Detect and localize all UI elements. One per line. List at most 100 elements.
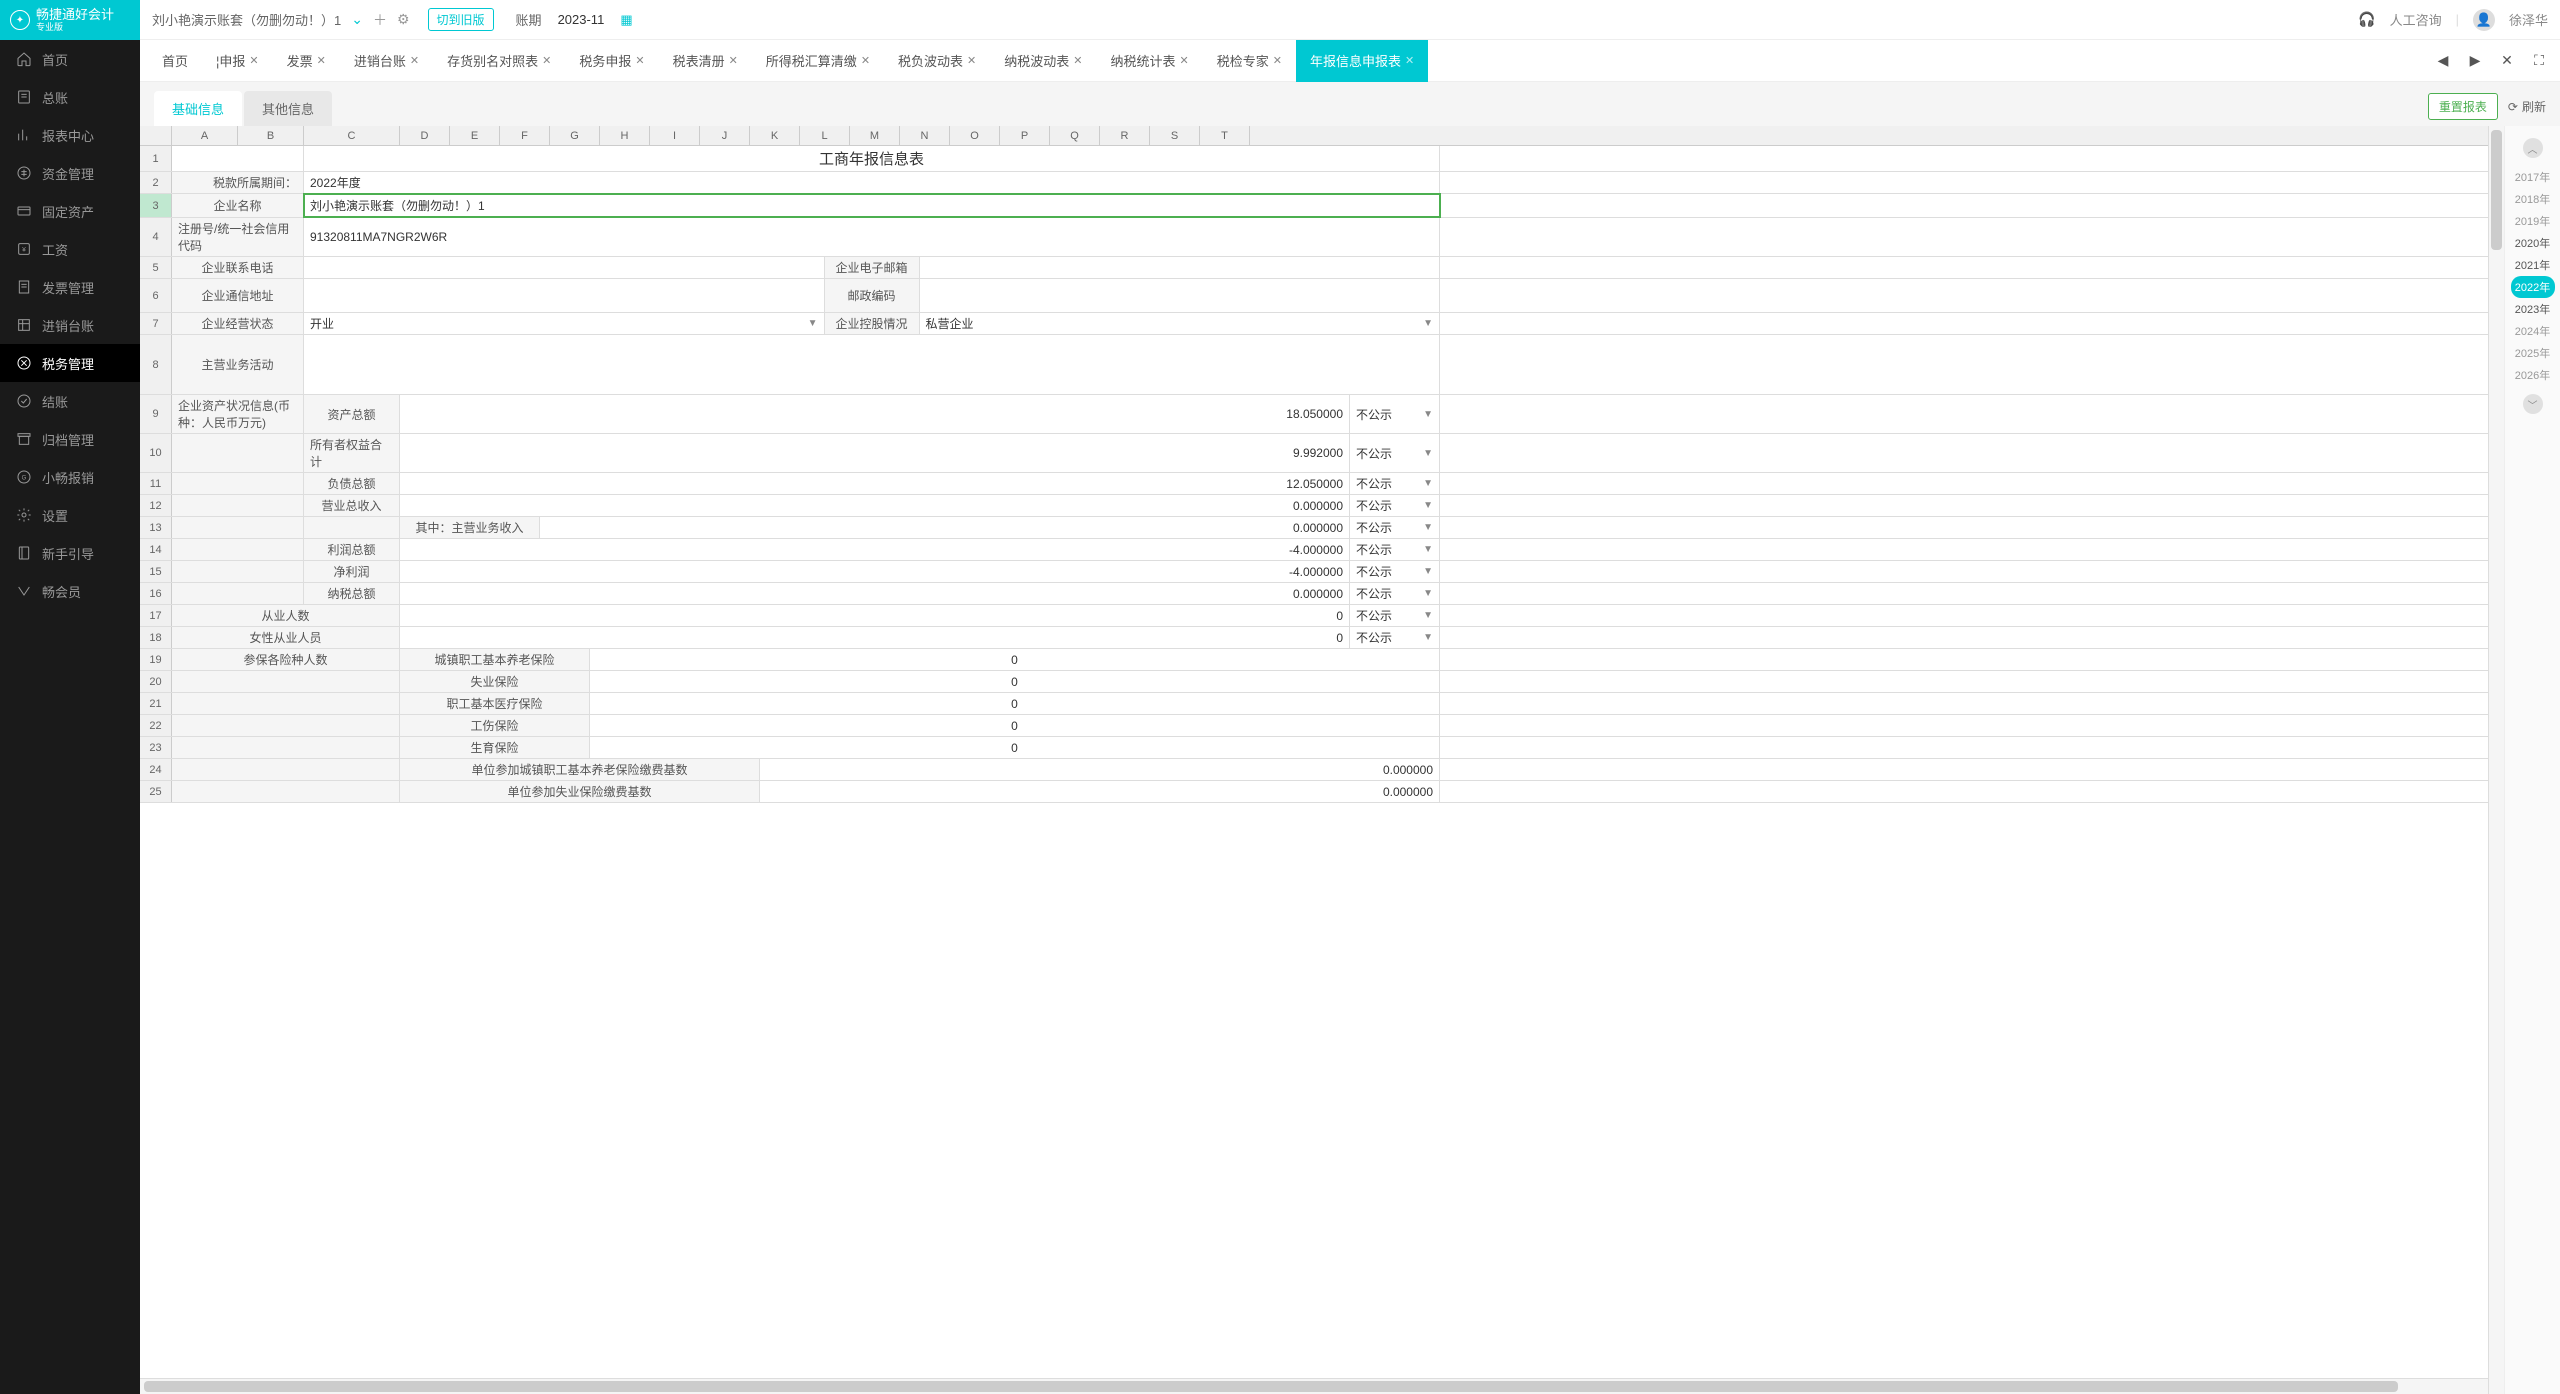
tab-prev-icon[interactable]: ◀: [2430, 48, 2456, 74]
dropdown-icon[interactable]: ▼: [1423, 588, 1433, 599]
row-header-7[interactable]: 7: [140, 313, 172, 334]
row-header-18[interactable]: 18: [140, 627, 172, 648]
female-pub[interactable]: 不公示▼: [1350, 627, 1440, 648]
col-header-O[interactable]: O: [950, 126, 1000, 145]
ins-val-3[interactable]: 0: [590, 715, 1440, 736]
tab-纳税统计表[interactable]: 纳税统计表✕: [1097, 40, 1203, 82]
tab-next-icon[interactable]: ▶: [2462, 48, 2488, 74]
col-header-S[interactable]: S: [1150, 126, 1200, 145]
tab-close-all-icon[interactable]: ✕: [2494, 48, 2520, 74]
year-2018年[interactable]: 2018年: [2511, 188, 2555, 210]
fin-p-6[interactable]: 不公示▼: [1350, 583, 1440, 604]
nav-psi[interactable]: 进销台账: [0, 306, 140, 344]
col-header-T[interactable]: T: [1200, 126, 1250, 145]
addr-value[interactable]: [304, 279, 825, 312]
email-value[interactable]: [920, 257, 1441, 278]
status-value[interactable]: 开业▼: [304, 313, 825, 334]
fin-v-4[interactable]: -4.000000: [400, 539, 1350, 560]
ins-val-0[interactable]: 0: [590, 649, 1440, 670]
row-header-5[interactable]: 5: [140, 257, 172, 278]
row-header-20[interactable]: 20: [140, 671, 172, 692]
tab-所得税汇算清缴[interactable]: 所得税汇算清缴✕: [752, 40, 884, 82]
nav-salary[interactable]: ¥工资: [0, 230, 140, 268]
row-header-4[interactable]: 4: [140, 218, 172, 256]
year-2019年[interactable]: 2019年: [2511, 210, 2555, 232]
row-header-24[interactable]: 24: [140, 759, 172, 780]
account-settings-icon[interactable]: ⚙: [397, 11, 410, 28]
year-2026年[interactable]: 2026年: [2511, 364, 2555, 386]
tab-close-icon[interactable]: ✕: [410, 54, 419, 67]
calendar-icon[interactable]: ▦: [620, 12, 632, 28]
tab-close-icon[interactable]: ✕: [1405, 54, 1414, 67]
year-2024年[interactable]: 2024年: [2511, 320, 2555, 342]
row-header-11[interactable]: 11: [140, 473, 172, 494]
row-header-2[interactable]: 2: [140, 172, 172, 193]
tab-close-icon[interactable]: ✕: [967, 54, 976, 67]
company-value[interactable]: 刘小艳演示账套（勿删勿动！）1: [304, 194, 1440, 217]
tab-首页[interactable]: 首页: [148, 40, 202, 82]
nav-chart[interactable]: 报表中心: [0, 116, 140, 154]
vertical-scrollbar[interactable]: [2488, 126, 2504, 1394]
row-header-10[interactable]: 10: [140, 434, 172, 472]
col-header-K[interactable]: K: [750, 126, 800, 145]
tab-税表清册[interactable]: 税表清册✕: [659, 40, 752, 82]
row-header-15[interactable]: 15: [140, 561, 172, 582]
col-header-H[interactable]: H: [600, 126, 650, 145]
emp-pub[interactable]: 不公示▼: [1350, 605, 1440, 626]
support-label[interactable]: 人工咨询: [2390, 10, 2442, 29]
row-header-14[interactable]: 14: [140, 539, 172, 560]
row-header-17[interactable]: 17: [140, 605, 172, 626]
nav-ledger[interactable]: 总账: [0, 78, 140, 116]
nav-close-period[interactable]: 结账: [0, 382, 140, 420]
col-header-C[interactable]: C: [304, 126, 400, 145]
spreadsheet-body[interactable]: 1工商年报信息表2税款所属期间：2022年度3企业名称刘小艳演示账套（勿删勿动！…: [140, 146, 2488, 1378]
col-header-D[interactable]: D: [400, 126, 450, 145]
col-header-G[interactable]: G: [550, 126, 600, 145]
fin-p-5[interactable]: 不公示▼: [1350, 561, 1440, 582]
year-2022年[interactable]: 2022年: [2511, 276, 2555, 298]
col-header-J[interactable]: J: [700, 126, 750, 145]
col-header-L[interactable]: L: [800, 126, 850, 145]
tab-close-icon[interactable]: ✕: [249, 54, 258, 67]
dropdown-icon[interactable]: ▼: [1423, 522, 1433, 533]
dropdown-icon[interactable]: ▼: [1423, 566, 1433, 577]
refresh-button[interactable]: ⟳ 刷新: [2508, 98, 2546, 115]
tab-close-icon[interactable]: ✕: [635, 54, 644, 67]
period-value[interactable]: 2023-11: [558, 12, 605, 27]
fin-p-0[interactable]: 不公示▼: [1350, 395, 1440, 433]
tab-年报信息申报表[interactable]: 年报信息申报表✕: [1296, 40, 1428, 82]
row-header-23[interactable]: 23: [140, 737, 172, 758]
fullscreen-icon[interactable]: ⛶: [2526, 48, 2552, 74]
fin-v-3[interactable]: 0.000000: [400, 495, 1350, 516]
ins-val-2[interactable]: 0: [590, 693, 1440, 714]
row-header-9[interactable]: 9: [140, 395, 172, 433]
fin-p-2[interactable]: 不公示▼: [1350, 473, 1440, 494]
row-header-1[interactable]: 1: [140, 146, 172, 171]
row-header-13[interactable]: 13: [140, 517, 172, 538]
support-icon[interactable]: 🎧: [2358, 11, 2375, 28]
year-2023年[interactable]: 2023年: [2511, 298, 2555, 320]
year-down-icon[interactable]: ﹀: [2523, 394, 2543, 414]
nav-settings[interactable]: 设置: [0, 496, 140, 534]
tab-¦申报[interactable]: ¦申报✕: [202, 40, 273, 82]
subtab-other[interactable]: 其他信息: [244, 91, 332, 126]
col-header-Q[interactable]: Q: [1050, 126, 1100, 145]
col-header-P[interactable]: P: [1000, 126, 1050, 145]
row-header-3[interactable]: 3: [140, 194, 172, 217]
dropdown-icon[interactable]: ▼: [1423, 318, 1433, 329]
fin-v-5[interactable]: -4.000000: [400, 561, 1350, 582]
nav-invoice[interactable]: 发票管理: [0, 268, 140, 306]
base-val-1[interactable]: 0.000000: [760, 781, 1440, 802]
fin-v-0[interactable]: 18.050000: [400, 395, 1350, 433]
dropdown-icon[interactable]: ▼: [808, 318, 818, 329]
nav-xc[interactable]: G小畅报销: [0, 458, 140, 496]
nav-archive[interactable]: 归档管理: [0, 420, 140, 458]
nav-asset[interactable]: 固定资产: [0, 192, 140, 230]
fin-sv[interactable]: 0.000000: [540, 517, 1350, 538]
dropdown-icon[interactable]: ▼: [1423, 544, 1433, 555]
dropdown-icon[interactable]: ▼: [1423, 632, 1433, 643]
fin-sp[interactable]: 不公示▼: [1350, 517, 1440, 538]
col-header-E[interactable]: E: [450, 126, 500, 145]
mainbiz-value[interactable]: [304, 335, 1440, 394]
postal-value[interactable]: [920, 279, 1441, 312]
